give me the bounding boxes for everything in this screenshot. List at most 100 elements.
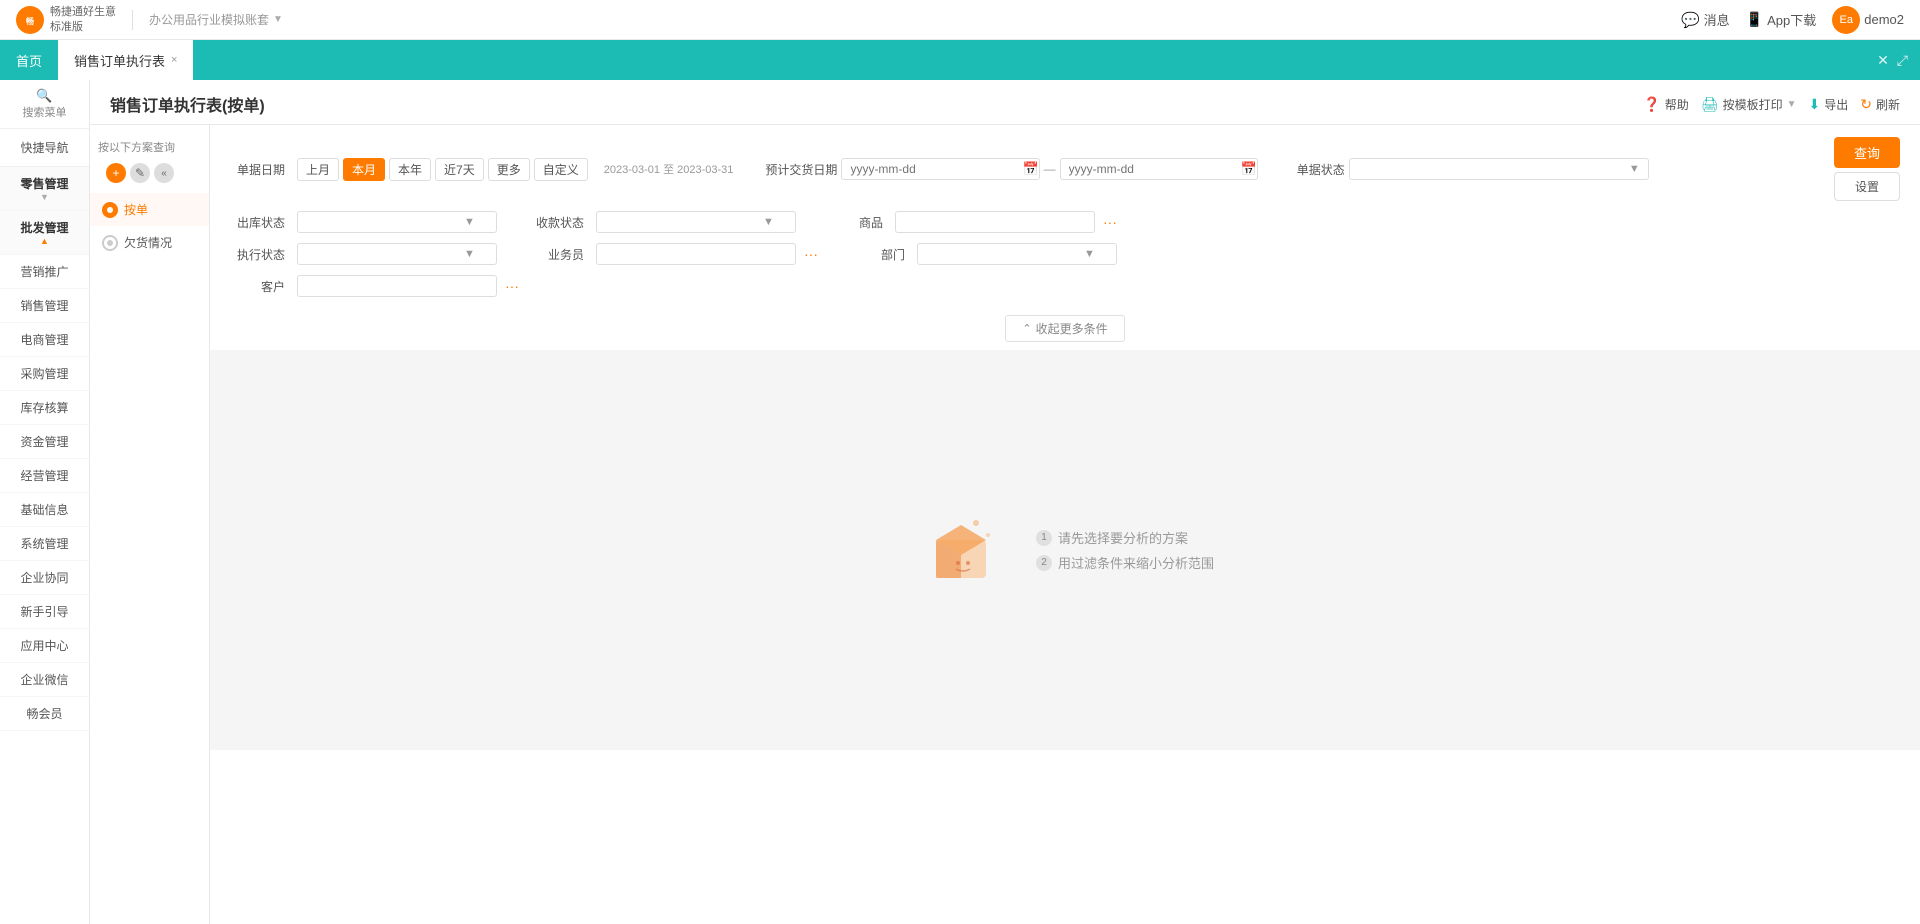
empty-texts: 1 请先选择要分析的方案 2 用过滤条件来缩小分析范围 xyxy=(1036,528,1214,572)
page-header: 销售订单执行表(按单) ❓ 帮助 🖨 按模板打印 ▼ ⬇ 导出 ↻ 刷新 xyxy=(90,80,1920,125)
avatar: Ea xyxy=(1832,6,1860,34)
help-label: 帮助 xyxy=(1665,96,1689,113)
sidebar-item-app-center[interactable]: 应用中心 xyxy=(0,629,89,663)
sidebar-marketing-label: 营销推广 xyxy=(20,263,68,280)
calendar-to-icon: 📅 xyxy=(1241,161,1257,177)
sub-sidebar: 按以下方案查询 + ✎ « xyxy=(90,125,210,924)
date-custom-button[interactable]: 自定义 xyxy=(534,158,588,181)
avatar-text: Ea xyxy=(1840,14,1853,26)
expected-date-to-input[interactable] xyxy=(1061,159,1241,179)
tab-expand-icon[interactable]: ⤢ xyxy=(1897,52,1908,69)
sidebar-basics-label: 基础信息 xyxy=(20,501,68,518)
sidebar-inventory-label: 库存核算 xyxy=(20,399,68,416)
filter-shipment-label: 出库状态 xyxy=(230,214,285,231)
customer-input[interactable] xyxy=(297,275,497,297)
shipment-input[interactable] xyxy=(298,212,458,232)
sidebar-item-enterprise-wechat[interactable]: 企业微信 xyxy=(0,663,89,697)
top-header: 畅 畅捷通好生意 标准版 办公用品行业模拟账套 ▼ 💬 消息 📱 App下载 E… xyxy=(0,0,1920,40)
product-input[interactable] xyxy=(895,211,1095,233)
page-title: 销售订单执行表(按单) xyxy=(110,92,265,116)
empty-state: 1 请先选择要分析的方案 2 用过滤条件来缩小分析范围 xyxy=(916,505,1214,595)
payment-input[interactable] xyxy=(597,212,757,232)
filter-payment-select[interactable]: ▼ xyxy=(596,211,796,233)
filter-department-label: 部门 xyxy=(850,246,905,263)
date-7days-button[interactable]: 近7天 xyxy=(435,158,484,181)
tab-home[interactable]: 首页 xyxy=(0,40,58,80)
message-icon: 💬 xyxy=(1681,11,1700,29)
filter-expected-date-from[interactable]: 📅 xyxy=(841,158,1039,180)
sidebar-item-system[interactable]: 系统管理 xyxy=(0,527,89,561)
product-dots-button[interactable]: ··· xyxy=(1103,214,1117,230)
user-profile[interactable]: Ea demo2 xyxy=(1832,6,1904,34)
filter-expected-date-to[interactable]: 📅 xyxy=(1060,158,1258,180)
print-button[interactable]: 🖨 按模板打印 ▼ xyxy=(1701,96,1797,113)
date-more-button[interactable]: 更多 xyxy=(488,158,530,181)
date-current-month-button[interactable]: 本月 xyxy=(343,158,385,181)
sidebar-item-marketing[interactable]: 营销推广 xyxy=(0,255,89,289)
sidebar-item-newbie[interactable]: 新手引导 xyxy=(0,595,89,629)
filter-shipment-select[interactable]: ▼ xyxy=(297,211,497,233)
status-input[interactable] xyxy=(1350,159,1621,179)
setting-button[interactable]: 设置 xyxy=(1834,172,1900,201)
filter-status-select[interactable]: ▼ xyxy=(1349,158,1649,180)
sidebar-member-label: 畅会员 xyxy=(26,705,62,722)
customer-dots-button[interactable]: ··· xyxy=(505,278,519,294)
action-buttons: 查询 设置 xyxy=(1834,137,1900,201)
sidebar-search[interactable]: 🔍 搜索菜单 xyxy=(0,80,89,129)
tab-sales-order-execution[interactable]: 销售订单执行表 × xyxy=(58,40,193,80)
sidebar-system-label: 系统管理 xyxy=(20,535,68,552)
execution-input[interactable] xyxy=(298,244,458,264)
department-input[interactable] xyxy=(918,244,1078,264)
sidebar-item-purchase[interactable]: 采购管理 xyxy=(0,357,89,391)
message-button[interactable]: 💬 消息 xyxy=(1681,10,1730,29)
help-button[interactable]: ❓ 帮助 xyxy=(1643,96,1688,113)
sidebar-item-sales[interactable]: 销售管理 xyxy=(0,289,89,323)
sidebar-item-enterprise-collab[interactable]: 企业协同 xyxy=(0,561,89,595)
sub-sidebar-edit-button[interactable]: ✎ xyxy=(130,163,150,183)
collapse-filter-button[interactable]: ⌃ 收起更多条件 xyxy=(1005,315,1124,342)
sidebar-purchase-label: 采购管理 xyxy=(20,365,68,382)
sidebar-item-wholesale[interactable]: 批发管理 ▲ xyxy=(0,211,89,255)
date-prev-month-button[interactable]: 上月 xyxy=(297,158,339,181)
refresh-button[interactable]: ↻ 刷新 xyxy=(1860,96,1900,113)
add-icon: + xyxy=(112,166,119,180)
app-download-button[interactable]: 📱 App下载 xyxy=(1746,10,1817,29)
app-download-label: App下载 xyxy=(1767,10,1816,29)
salesperson-input[interactable] xyxy=(596,243,796,265)
export-icon: ⬇ xyxy=(1809,96,1821,113)
sub-sidebar-shortage-icon xyxy=(102,235,118,251)
expected-date-from-input[interactable] xyxy=(842,159,1022,179)
sidebar-item-finance[interactable]: 资金管理 xyxy=(0,425,89,459)
sub-sidebar-item-by-order[interactable]: 按单 xyxy=(90,193,209,226)
sub-sidebar-add-button[interactable]: + xyxy=(106,163,126,183)
sidebar-item-member[interactable]: 畅会员 xyxy=(0,697,89,731)
filter-execution-select[interactable]: ▼ xyxy=(297,243,497,265)
sidebar-item-ecommerce[interactable]: 电商管理 xyxy=(0,323,89,357)
breadcrumb[interactable]: 办公用品行业模拟账套 ▼ xyxy=(149,11,283,28)
sub-sidebar-item-shortage[interactable]: 欠货情况 xyxy=(90,226,209,259)
sidebar-item-basics[interactable]: 基础信息 xyxy=(0,493,89,527)
sidebar-quick-nav-label: 快捷导航 xyxy=(0,135,89,160)
filter-product-group: ··· xyxy=(895,211,1117,233)
export-button[interactable]: ⬇ 导出 xyxy=(1809,96,1849,113)
filter-date-label: 单据日期 xyxy=(230,161,285,178)
tab-close-all-icon[interactable]: ✕ xyxy=(1877,52,1889,69)
page-actions: ❓ 帮助 🖨 按模板打印 ▼ ⬇ 导出 ↻ 刷新 xyxy=(1643,96,1900,113)
date-year-button[interactable]: 本年 xyxy=(389,158,431,181)
collapse-icon: ⌃ xyxy=(1022,322,1031,335)
sidebar-item-management[interactable]: 经营管理 xyxy=(0,459,89,493)
sidebar-item-inventory[interactable]: 库存核算 xyxy=(0,391,89,425)
tab-home-label: 首页 xyxy=(16,51,42,70)
query-button[interactable]: 查询 xyxy=(1834,137,1900,168)
sidebar-quick-nav[interactable]: 快捷导航 xyxy=(0,129,89,167)
logo-area: 畅 畅捷通好生意 标准版 xyxy=(16,5,116,34)
filter-department-select[interactable]: ▼ xyxy=(917,243,1117,265)
sidebar-item-retail[interactable]: 零售管理 ▼ xyxy=(0,167,89,211)
sub-sidebar-title: 按以下方案查询 xyxy=(98,139,201,155)
sub-sidebar-collapse-button[interactable]: « xyxy=(154,163,174,183)
date-range-display: 2023-03-01 至 2023-03-31 xyxy=(604,161,734,177)
salesperson-dots-button[interactable]: ··· xyxy=(804,246,818,262)
tab-close-icon[interactable]: × xyxy=(171,54,177,66)
sidebar-sales-label: 销售管理 xyxy=(20,297,68,314)
filter-payment-label: 收款状态 xyxy=(529,214,584,231)
